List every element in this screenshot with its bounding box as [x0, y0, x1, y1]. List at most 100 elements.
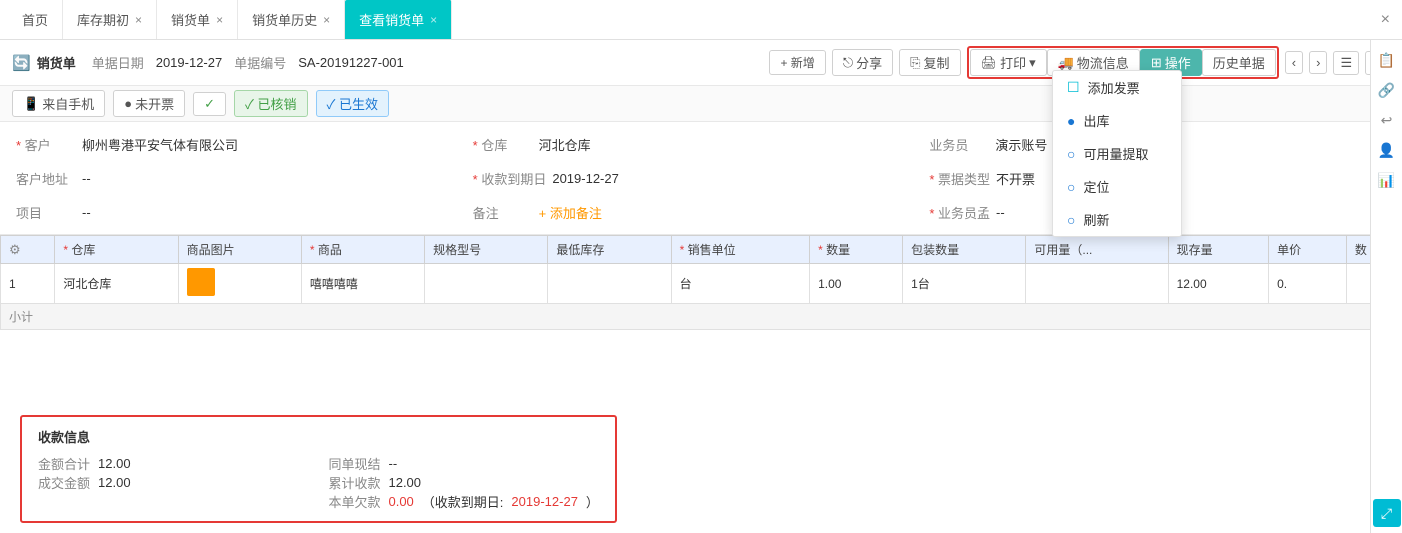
- effective-check-icon: ✓: [327, 97, 340, 112]
- outstanding-amount-date: 2019-12-27: [511, 494, 578, 509]
- operations-icon: ⊞: [1151, 55, 1162, 71]
- sidebar-link-icon[interactable]: 🔗: [1373, 76, 1401, 104]
- deal-amount-value: 12.00: [98, 475, 131, 490]
- right-sidebar: 📋 🔗 ↩ 👤 📊 ⤢: [1370, 40, 1402, 533]
- check-button[interactable]: ✓: [193, 92, 226, 116]
- cumulative-payment-value: 12.00: [388, 475, 421, 490]
- total-amount-label: 金额合计: [38, 454, 90, 473]
- doc-title: 🔄 销货单: [12, 53, 76, 72]
- table-settings-icon[interactable]: ⚙: [9, 242, 21, 257]
- tab-sales-order-history[interactable]: 销货单历史 ×: [238, 0, 345, 39]
- col-unit-price: 单价: [1269, 236, 1347, 264]
- payment-info-title: 收款信息: [38, 427, 599, 446]
- doc-header: 🔄 销货单 单据日期 2019-12-27 单据编号 SA-20191227-0…: [0, 40, 1402, 86]
- subtotal-label: 小计: [1, 304, 1402, 330]
- note-label: 备注: [473, 203, 533, 222]
- new-button[interactable]: + 新增: [769, 50, 825, 75]
- product-table-wrap: ⚙ 仓库 商品图片 商品 规格型号 最低库存 销售单位 数量 包装数量 可用量（…: [0, 235, 1402, 405]
- row-min-stock: [548, 264, 671, 304]
- warehouse-label: 仓库: [473, 135, 533, 154]
- share-button[interactable]: ⎋ 分享: [832, 49, 893, 76]
- available-qty-item[interactable]: ○ 可用量提取: [1053, 137, 1181, 170]
- product-image: [187, 268, 215, 296]
- cancelled-check-icon: ✓: [245, 97, 258, 112]
- tab-home[interactable]: 首页: [8, 0, 63, 39]
- col-gear: ⚙: [1, 236, 55, 264]
- col-min-stock: 最低库存: [548, 236, 671, 264]
- due-date-label: 收款到期日: [473, 169, 547, 188]
- note-field: 备注 + 添加备注: [473, 198, 930, 226]
- col-package-qty: 包装数量: [903, 236, 1026, 264]
- refresh-item[interactable]: ○ 刷新: [1053, 203, 1181, 236]
- tab-sales-order-history-close[interactable]: ×: [323, 13, 330, 27]
- tab-sales-order-close[interactable]: ×: [216, 13, 223, 27]
- total-amount-value: 12.00: [98, 456, 131, 471]
- form-area: 客户 柳州粤港平安气体有限公司 仓库 河北仓库 业务员 演示账号 客户地址 --…: [0, 122, 1402, 235]
- locate-icon: ○: [1067, 179, 1075, 195]
- locate-item[interactable]: ○ 定位: [1053, 170, 1181, 203]
- col-available-qty: 可用量（...: [1026, 236, 1168, 264]
- history-button[interactable]: 历史单据: [1202, 49, 1276, 76]
- deal-amount-label: 成交金额: [38, 473, 90, 492]
- toolbar-row: 📱 来自手机 ● 未开票 ✓ ✓ 已核销 ✓ 已生效: [0, 86, 1402, 122]
- print-dropdown-arrow[interactable]: ▾: [1029, 55, 1036, 71]
- already-effective-button[interactable]: ✓ 已生效: [316, 90, 390, 117]
- sidebar-clipboard-icon[interactable]: 📋: [1373, 46, 1401, 74]
- sidebar-user-icon[interactable]: 👤: [1373, 136, 1401, 164]
- outstanding-amount-label: 本单欠款: [328, 492, 380, 511]
- col-current-stock: 现存量: [1168, 236, 1269, 264]
- tab-sales-order[interactable]: 销货单 ×: [157, 0, 238, 39]
- address-value: --: [82, 171, 91, 186]
- project-field: 项目 --: [16, 198, 473, 226]
- not-open-ticket-button[interactable]: ● 未开票: [113, 90, 185, 117]
- main-area: 🔄 销货单 单据日期 2019-12-27 单据编号 SA-20191227-0…: [0, 40, 1402, 533]
- copy-button[interactable]: ⎘ 复制: [899, 49, 960, 76]
- row-warehouse: 河北仓库: [55, 264, 178, 304]
- tab-inventory-init-close[interactable]: ×: [135, 13, 142, 27]
- tab-bar: 首页 库存期初 × 销货单 × 销货单历史 × 查看销货单 × ×: [0, 0, 1402, 40]
- customer-field: 客户 柳州粤港平安气体有限公司: [16, 130, 473, 158]
- check-icon: ✓: [204, 96, 215, 112]
- sidebar-return-icon[interactable]: ↩: [1373, 106, 1401, 134]
- project-value: --: [82, 205, 91, 220]
- copy-icon: ⎘: [910, 55, 920, 71]
- outbound-item[interactable]: ● 出库: [1053, 104, 1181, 137]
- sidebar-expand-icon[interactable]: ⤢: [1373, 499, 1401, 527]
- prev-record-button[interactable]: ‹: [1285, 51, 1303, 74]
- refresh-icon: ○: [1067, 212, 1075, 228]
- row-available-qty: [1026, 264, 1168, 304]
- address-label: 客户地址: [16, 169, 76, 188]
- add-invoice-item[interactable]: ☐ 添加发票: [1053, 71, 1181, 104]
- add-note-button[interactable]: + 添加备注: [539, 203, 602, 222]
- print-button[interactable]: 🖨 打印 ▾: [970, 49, 1047, 76]
- view-list-button[interactable]: ☰: [1333, 51, 1359, 75]
- tab-check-sales[interactable]: 查看销货单 ×: [345, 0, 452, 39]
- global-close-button[interactable]: ×: [1381, 11, 1390, 29]
- sidebar-chart-icon[interactable]: 📊: [1373, 166, 1401, 194]
- total-amount-row: 金额合计 12.00: [38, 454, 308, 473]
- due-date-value: 2019-12-27: [552, 171, 619, 186]
- same-order-label: 同单现结: [328, 454, 380, 473]
- row-product-name: 嘻嘻嘻嘻: [301, 264, 424, 304]
- staff-label: 业务员: [929, 135, 989, 154]
- tab-check-sales-close[interactable]: ×: [430, 13, 437, 27]
- already-cancelled-button[interactable]: ✓ 已核销: [234, 90, 308, 117]
- warehouse-value: 河北仓库: [539, 135, 591, 154]
- outstanding-amount-value: 0.00: [388, 494, 413, 509]
- payment-info-box: 收款信息 金额合计 12.00 成交金额 12.00 同单现结 --: [20, 415, 617, 523]
- warehouse-field: 仓库 河北仓库: [473, 130, 930, 158]
- logistics-icon: 🚚: [1058, 55, 1074, 71]
- col-quantity: 数量: [810, 236, 903, 264]
- row-package-qty: 1台: [903, 264, 1026, 304]
- bottom-area: 收款信息 金额合计 12.00 成交金额 12.00 同单现结 --: [0, 405, 1402, 533]
- payment-info-grid: 金额合计 12.00 成交金额 12.00 同单现结 -- 累计收款: [38, 454, 599, 511]
- project-label: 项目: [16, 203, 76, 222]
- table-row: 1 河北仓库 嘻嘻嘻嘻 台 1.00 1台 12.00 0.: [1, 264, 1402, 304]
- next-record-button[interactable]: ›: [1309, 51, 1327, 74]
- from-phone-button[interactable]: 📱 来自手机: [12, 90, 105, 117]
- due-date-field: 收款到期日 2019-12-27: [473, 164, 930, 192]
- print-icon: 🖨: [981, 55, 998, 71]
- tab-inventory-init[interactable]: 库存期初 ×: [63, 0, 157, 39]
- salesperson-value: --: [996, 205, 1005, 220]
- cumulative-payment-label: 累计收款: [328, 473, 380, 492]
